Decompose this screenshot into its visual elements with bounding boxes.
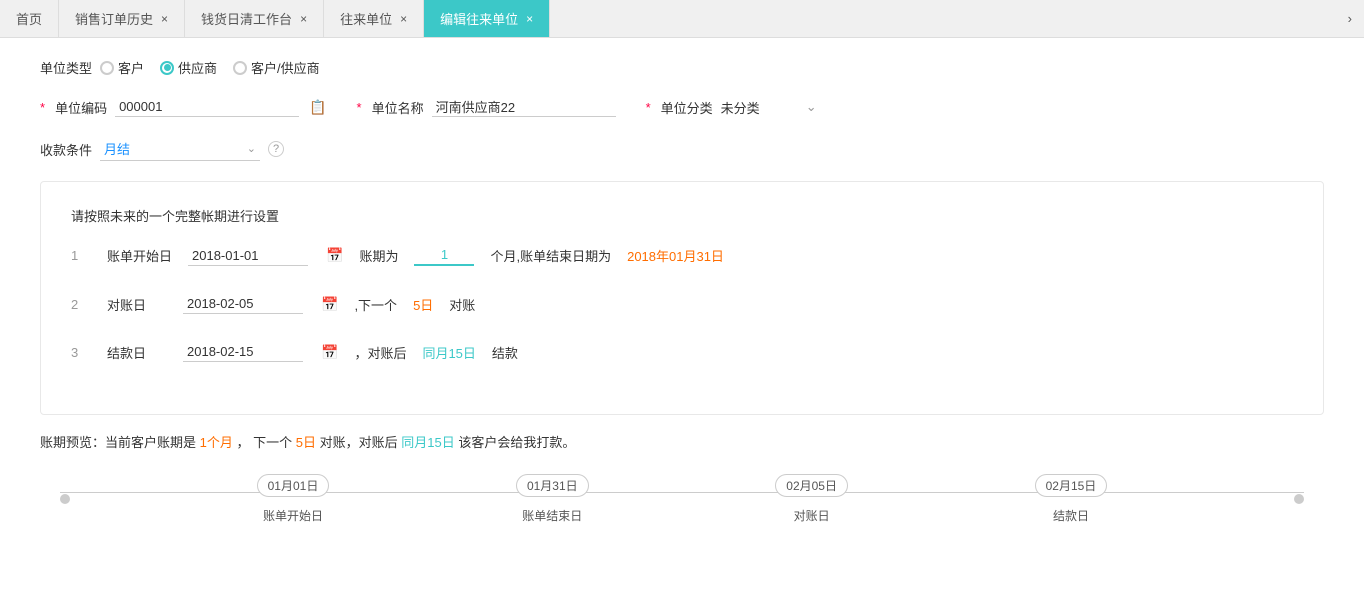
payment-terms-row: 收款条件 月结 ⌄ ? — [40, 137, 1324, 161]
unit-name-star: * — [357, 100, 362, 115]
preview-section: 账期预览：当前客户账期是 1个月 ， 下一个 5日 对账，对账后 同月15日 该… — [40, 431, 1324, 454]
timeline-end-dot — [1294, 474, 1304, 524]
radio-both[interactable]: 客户/供应商 — [233, 58, 320, 77]
timeline-badge-4: 02月15日 — [1035, 474, 1108, 497]
timeline-item-4: 02月15日 结款日 — [1035, 474, 1108, 524]
close-sales-history[interactable]: × — [161, 12, 168, 26]
radio-group: 客户 供应商 客户/供应商 — [100, 58, 320, 77]
payment-terms-help-icon[interactable]: ? — [268, 141, 284, 157]
period-unit: 个月,账单结束日期为 — [490, 246, 611, 265]
close-partners[interactable]: × — [400, 12, 407, 26]
radio-supplier[interactable]: 供应商 — [160, 58, 217, 77]
unit-name-field: * 单位名称 — [357, 97, 616, 117]
timeline-start-dot — [60, 474, 70, 524]
reconcile-date-input[interactable] — [183, 294, 303, 314]
payment-terms-field: 收款条件 月结 ⌄ ? — [40, 137, 284, 161]
unit-classify-label: 单位分类 — [661, 98, 713, 117]
setting-num-2: 2 — [71, 297, 91, 312]
timeline-items: 01月01日 账单开始日 01月31日 账单结束日 02月05日 对账日 02月… — [60, 474, 1304, 524]
payment-after: 结款 — [492, 343, 518, 362]
setting-label-start: 账单开始日 — [107, 246, 172, 265]
payment-suffix: ，对账后 — [354, 343, 406, 362]
close-cash-work[interactable]: × — [300, 12, 307, 26]
timeline-label-4: 结款日 — [1053, 507, 1089, 524]
timeline: 01月01日 账单开始日 01月31日 账单结束日 02月05日 对账日 02月… — [40, 474, 1324, 524]
page-content: 单位类型 客户 供应商 客户/供应商 * 单位编码 — [0, 38, 1364, 608]
setting-row-1: 1 账单开始日 📅 账期为 个月,账单结束日期为 2018年01月31日 — [71, 245, 1293, 266]
radio-circle-both — [233, 61, 247, 75]
setting-label-reconcile: 对账日 — [107, 295, 167, 314]
setting-num-3: 3 — [71, 345, 91, 360]
timeline-item-1: 01月01日 账单开始日 — [257, 474, 330, 524]
unit-code-star: * — [40, 100, 45, 115]
timeline-badge-2: 01月31日 — [516, 474, 589, 497]
preview-day-highlight: 5日 — [296, 435, 316, 450]
reconcile-day-highlight: 5日 — [413, 295, 433, 314]
unit-classify-dropdown[interactable]: 未分类 ⌄ — [721, 98, 881, 117]
period-prefix: 账期为 — [359, 246, 398, 265]
radio-customer[interactable]: 客户 — [100, 58, 144, 77]
setting-label-payment: 结款日 — [107, 343, 167, 362]
tab-home[interactable]: 首页 — [0, 0, 59, 37]
payment-terms-label: 收款条件 — [40, 140, 92, 159]
timeline-badge-1: 01月01日 — [257, 474, 330, 497]
unit-classify-field: * 单位分类 未分类 ⌄ — [646, 98, 881, 117]
unit-type-label: 单位类型 — [40, 58, 92, 77]
unit-code-icon[interactable]: 📋 — [309, 99, 326, 116]
tab-cash-work[interactable]: 钱货日清工作台 × — [185, 0, 324, 37]
preview-sameday-highlight: 同月15日 — [401, 435, 454, 450]
reconcile-after: 对账 — [449, 295, 475, 314]
settings-section: 请按照未来的一个完整帐期进行设置 1 账单开始日 📅 账期为 个月,账单结束日期… — [40, 181, 1324, 415]
timeline-dot-right — [1294, 494, 1304, 504]
timeline-dot-left — [60, 494, 70, 504]
unit-code-field: * 单位编码 📋 — [40, 97, 327, 117]
setting-row-3: 3 结款日 📅 ，对账后 同月15日 结款 — [71, 342, 1293, 362]
payment-date-calendar-icon[interactable]: 📅 — [321, 344, 338, 361]
tab-sales-history[interactable]: 销售订单历史 × — [59, 0, 185, 37]
period-end-date: 2018年01月31日 — [627, 246, 724, 265]
timeline-item-2: 01月31日 账单结束日 — [516, 474, 589, 524]
setting-num-1: 1 — [71, 248, 91, 263]
classify-arrow-icon: ⌄ — [806, 99, 817, 115]
radio-circle-customer — [100, 61, 114, 75]
tab-partners[interactable]: 往来单位 × — [324, 0, 424, 37]
timeline-badge-3: 02月05日 — [775, 474, 848, 497]
payment-terms-dropdown[interactable]: 月结 ⌄ — [100, 137, 260, 161]
timeline-item-3: 02月05日 对账日 — [775, 474, 848, 524]
unit-type-row: 单位类型 客户 供应商 客户/供应商 — [40, 58, 1324, 77]
timeline-label-2: 账单结束日 — [522, 507, 582, 524]
unit-name-label: 单位名称 — [372, 98, 424, 117]
unit-type-field: 单位类型 客户 供应商 客户/供应商 — [40, 58, 320, 77]
period-value-input[interactable] — [414, 245, 474, 266]
unit-name-input[interactable] — [432, 97, 616, 117]
timeline-label-1: 账单开始日 — [263, 507, 323, 524]
reconcile-date-calendar-icon[interactable]: 📅 — [321, 296, 338, 313]
setting-row-2: 2 对账日 📅 ,下一个 5日 对账 — [71, 294, 1293, 314]
tab-more-button[interactable]: › — [1336, 0, 1364, 37]
start-date-calendar-icon[interactable]: 📅 — [326, 247, 343, 264]
unit-code-input[interactable] — [115, 97, 299, 117]
tab-edit-partner[interactable]: 编辑往来单位 × — [424, 0, 550, 37]
close-edit-partner[interactable]: × — [526, 12, 533, 26]
payment-date-input[interactable] — [183, 342, 303, 362]
unit-classify-star: * — [646, 100, 651, 115]
section-title: 请按照未来的一个完整帐期进行设置 — [71, 206, 1293, 225]
radio-circle-supplier — [160, 61, 174, 75]
timeline-label-3: 对账日 — [794, 507, 830, 524]
unit-info-row: * 单位编码 📋 * 单位名称 * 单位分类 未分类 ⌄ — [40, 97, 1324, 117]
reconcile-suffix: ,下一个 — [354, 295, 397, 314]
tab-bar: 首页 销售订单历史 × 钱货日清工作台 × 往来单位 × 编辑往来单位 × › — [0, 0, 1364, 38]
payment-terms-arrow-icon: ⌄ — [247, 142, 256, 155]
start-date-input[interactable] — [188, 246, 308, 266]
preview-months-highlight: 1个月 — [200, 435, 233, 450]
unit-code-label: 单位编码 — [55, 98, 107, 117]
payment-day-highlight: 同月15日 — [422, 343, 475, 362]
